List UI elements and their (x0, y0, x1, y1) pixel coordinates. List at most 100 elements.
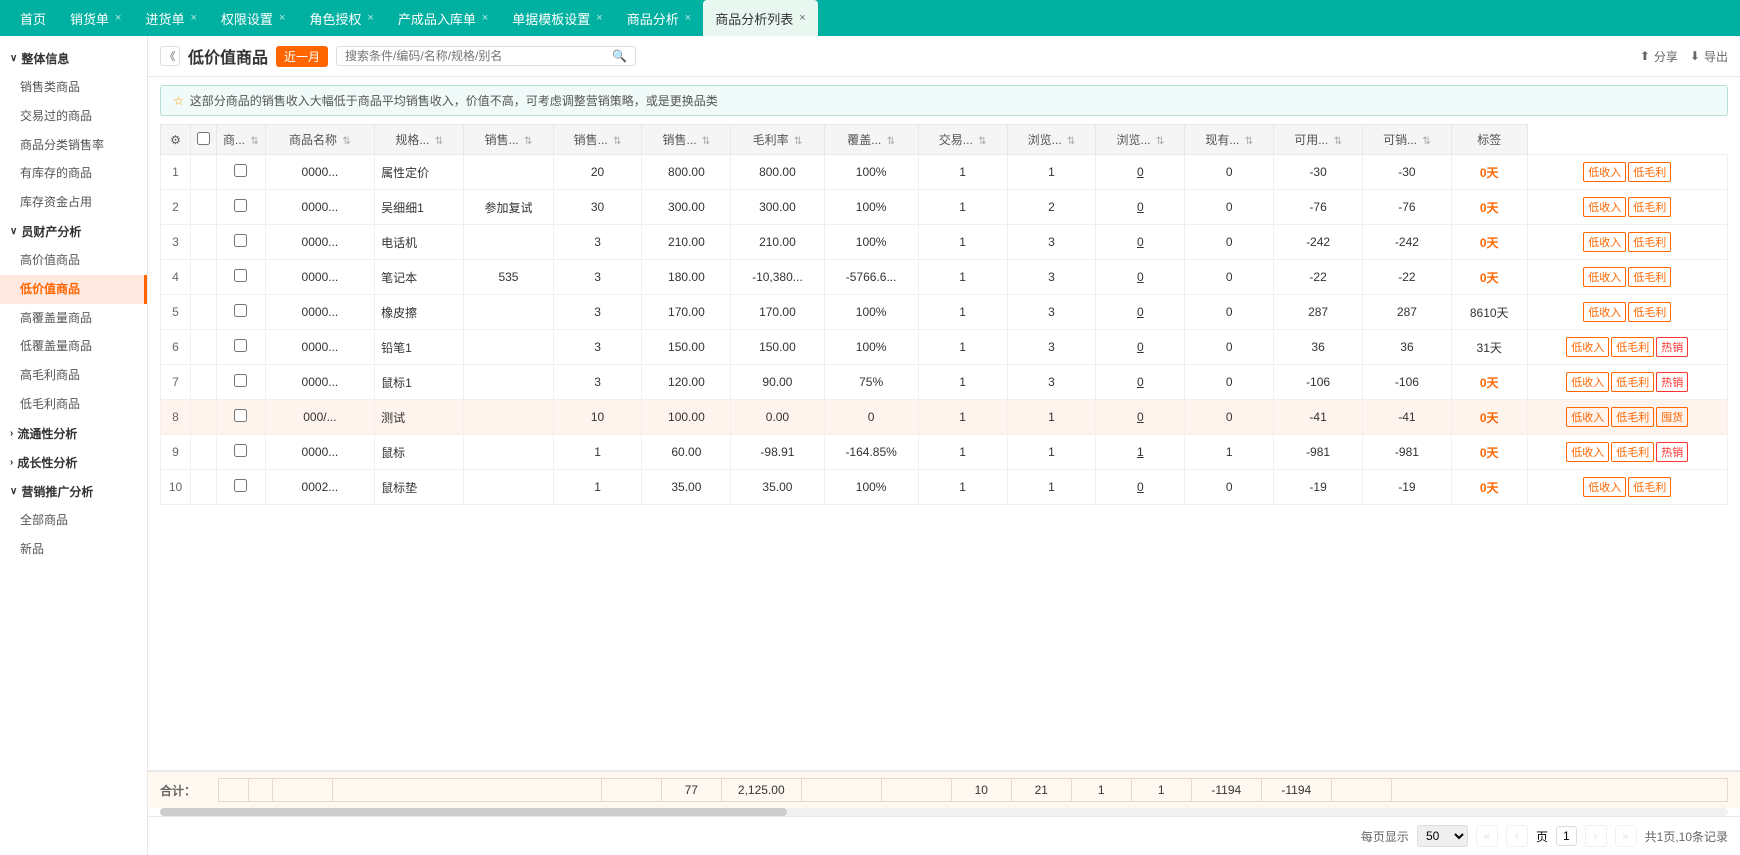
sidebar-group-growth[interactable]: › 成长性分析 (0, 448, 147, 477)
col-current-stock[interactable]: 现有... ⇅ (1185, 125, 1274, 155)
row-checkbox-cell[interactable] (217, 190, 266, 225)
export-button[interactable]: ⬇ 导出 (1690, 48, 1728, 65)
nav-sales-order[interactable]: 销货单 × (58, 0, 133, 36)
nav-product-analysis-list[interactable]: 商品分析列表 × (703, 0, 817, 36)
close-icon[interactable]: × (279, 12, 285, 24)
view1-link[interactable]: 0 (1137, 235, 1144, 249)
row-checkbox-cell[interactable] (217, 330, 266, 365)
row-checkbox[interactable] (234, 269, 247, 282)
sidebar-group-flow[interactable]: › 流通性分析 (0, 419, 147, 448)
col-available-stock[interactable]: 可用... ⇅ (1274, 125, 1363, 155)
nav-purchase-order[interactable]: 进货单 × (133, 0, 208, 36)
row-checkbox[interactable] (234, 164, 247, 177)
nav-home[interactable]: 首页 (8, 0, 58, 36)
select-all-checkbox[interactable] (197, 132, 210, 145)
row-checkbox[interactable] (234, 199, 247, 212)
col-code[interactable]: 商... ⇅ (217, 125, 266, 155)
col-sales-qty[interactable]: 销售... ⇅ (464, 125, 553, 155)
close-icon[interactable]: × (367, 12, 373, 24)
sidebar-group-marketing[interactable]: ∨ 营销推广分析 (0, 477, 147, 506)
col-view1[interactable]: 浏览... ⇅ (1007, 125, 1096, 155)
close-icon[interactable]: × (482, 12, 488, 24)
sidebar-item-new-products[interactable]: 新品 (0, 535, 147, 564)
sidebar-item-high-coverage[interactable]: 高覆盖量商品 (0, 304, 147, 333)
row-view1[interactable]: 1 (1096, 435, 1185, 470)
col-margin-rate[interactable]: 毛利率 ⇅ (731, 125, 824, 155)
col-transaction[interactable]: 交易... ⇅ (918, 125, 1007, 155)
scrollbar-thumb[interactable] (160, 808, 787, 816)
close-icon[interactable]: × (799, 12, 805, 24)
view1-link[interactable]: 0 (1137, 305, 1144, 319)
sidebar-group-financial[interactable]: ∨ 员财产分析 (0, 217, 147, 246)
view1-link[interactable]: 1 (1137, 445, 1144, 459)
row-view1[interactable]: 0 (1096, 295, 1185, 330)
col-checkbox[interactable] (191, 125, 217, 155)
col-sellable[interactable]: 可销... ⇅ (1363, 125, 1452, 155)
row-checkbox[interactable] (234, 234, 247, 247)
share-button[interactable]: ⬆ 分享 (1640, 48, 1678, 65)
col-name[interactable]: 商品名称 ⇅ (265, 125, 374, 155)
last-page-button[interactable]: » (1615, 825, 1637, 847)
row-view1[interactable]: 0 (1096, 365, 1185, 400)
page-size-select[interactable]: 50 100 (1417, 825, 1468, 847)
nav-product-storage[interactable]: 产成品入库单 × (386, 0, 500, 36)
sidebar-item-low-margin[interactable]: 低毛利商品 (0, 390, 147, 419)
col-settings[interactable]: ⚙ (161, 125, 191, 155)
row-checkbox-cell[interactable] (217, 435, 266, 470)
scrollbar[interactable] (160, 808, 1728, 816)
row-checkbox-cell[interactable] (217, 260, 266, 295)
search-icon[interactable]: 🔍 (612, 49, 627, 63)
sidebar-item-low-value[interactable]: 低价值商品 (0, 275, 147, 304)
row-view1[interactable]: 0 (1096, 260, 1185, 295)
view1-link[interactable]: 0 (1137, 375, 1144, 389)
sidebar-item-stock-products[interactable]: 有库存的商品 (0, 159, 147, 188)
view1-link[interactable]: 0 (1137, 200, 1144, 214)
col-view2[interactable]: 浏览... ⇅ (1096, 125, 1185, 155)
nav-permission[interactable]: 权限设置 × (209, 0, 297, 36)
row-view1[interactable]: 0 (1096, 330, 1185, 365)
row-view1[interactable]: 0 (1096, 190, 1185, 225)
row-checkbox-cell[interactable] (217, 365, 266, 400)
row-checkbox[interactable] (234, 339, 247, 352)
col-sales-amount[interactable]: 销售... ⇅ (553, 125, 642, 155)
view1-link[interactable]: 0 (1137, 165, 1144, 179)
row-checkbox-cell[interactable] (217, 470, 266, 505)
period-button[interactable]: 近一月 (276, 46, 328, 67)
row-checkbox[interactable] (234, 409, 247, 422)
row-checkbox[interactable] (234, 479, 247, 492)
sidebar-item-high-margin[interactable]: 高毛利商品 (0, 361, 147, 390)
sidebar-item-sales-products[interactable]: 销售类商品 (0, 73, 147, 102)
col-coverage[interactable]: 覆盖... ⇅ (824, 125, 918, 155)
row-checkbox-cell[interactable] (217, 295, 266, 330)
sidebar-item-category-sales-rate[interactable]: 商品分类销售率 (0, 131, 147, 160)
nav-product-analysis[interactable]: 商品分析 × (615, 0, 703, 36)
close-icon[interactable]: × (190, 12, 196, 24)
close-icon[interactable]: × (596, 12, 602, 24)
sidebar-item-stock-capital[interactable]: 库存资金占用 (0, 188, 147, 217)
row-view1[interactable]: 0 (1096, 400, 1185, 435)
close-icon[interactable]: × (685, 12, 691, 24)
view1-link[interactable]: 0 (1137, 340, 1144, 354)
next-page-button[interactable]: › (1585, 825, 1607, 847)
sidebar-item-high-value[interactable]: 高价值商品 (0, 246, 147, 275)
row-view1[interactable]: 0 (1096, 470, 1185, 505)
collapse-sidebar-button[interactable]: 《 (160, 46, 180, 66)
sidebar-item-all-products[interactable]: 全部商品 (0, 506, 147, 535)
row-checkbox[interactable] (234, 444, 247, 457)
sidebar-item-low-coverage[interactable]: 低覆盖量商品 (0, 332, 147, 361)
row-view1[interactable]: 0 (1096, 155, 1185, 190)
row-checkbox[interactable] (234, 304, 247, 317)
table-container[interactable]: ⚙ 商... ⇅ 商品名称 ⇅ 规格... ⇅ 销售... ⇅ 销售... ⇅ … (148, 124, 1740, 770)
search-input[interactable] (345, 49, 612, 63)
col-sales-other[interactable]: 销售... ⇅ (642, 125, 731, 155)
nav-template[interactable]: 单据模板设置 × (500, 0, 614, 36)
col-spec[interactable]: 规格... ⇅ (375, 125, 464, 155)
view1-link[interactable]: 0 (1137, 480, 1144, 494)
nav-role-auth[interactable]: 角色授权 × (297, 0, 385, 36)
row-view1[interactable]: 0 (1096, 225, 1185, 260)
first-page-button[interactable]: « (1476, 825, 1498, 847)
sidebar-group-overall[interactable]: ∨ 整体信息 (0, 44, 147, 73)
row-checkbox[interactable] (234, 374, 247, 387)
row-checkbox-cell[interactable] (217, 225, 266, 260)
close-icon[interactable]: × (115, 12, 121, 24)
